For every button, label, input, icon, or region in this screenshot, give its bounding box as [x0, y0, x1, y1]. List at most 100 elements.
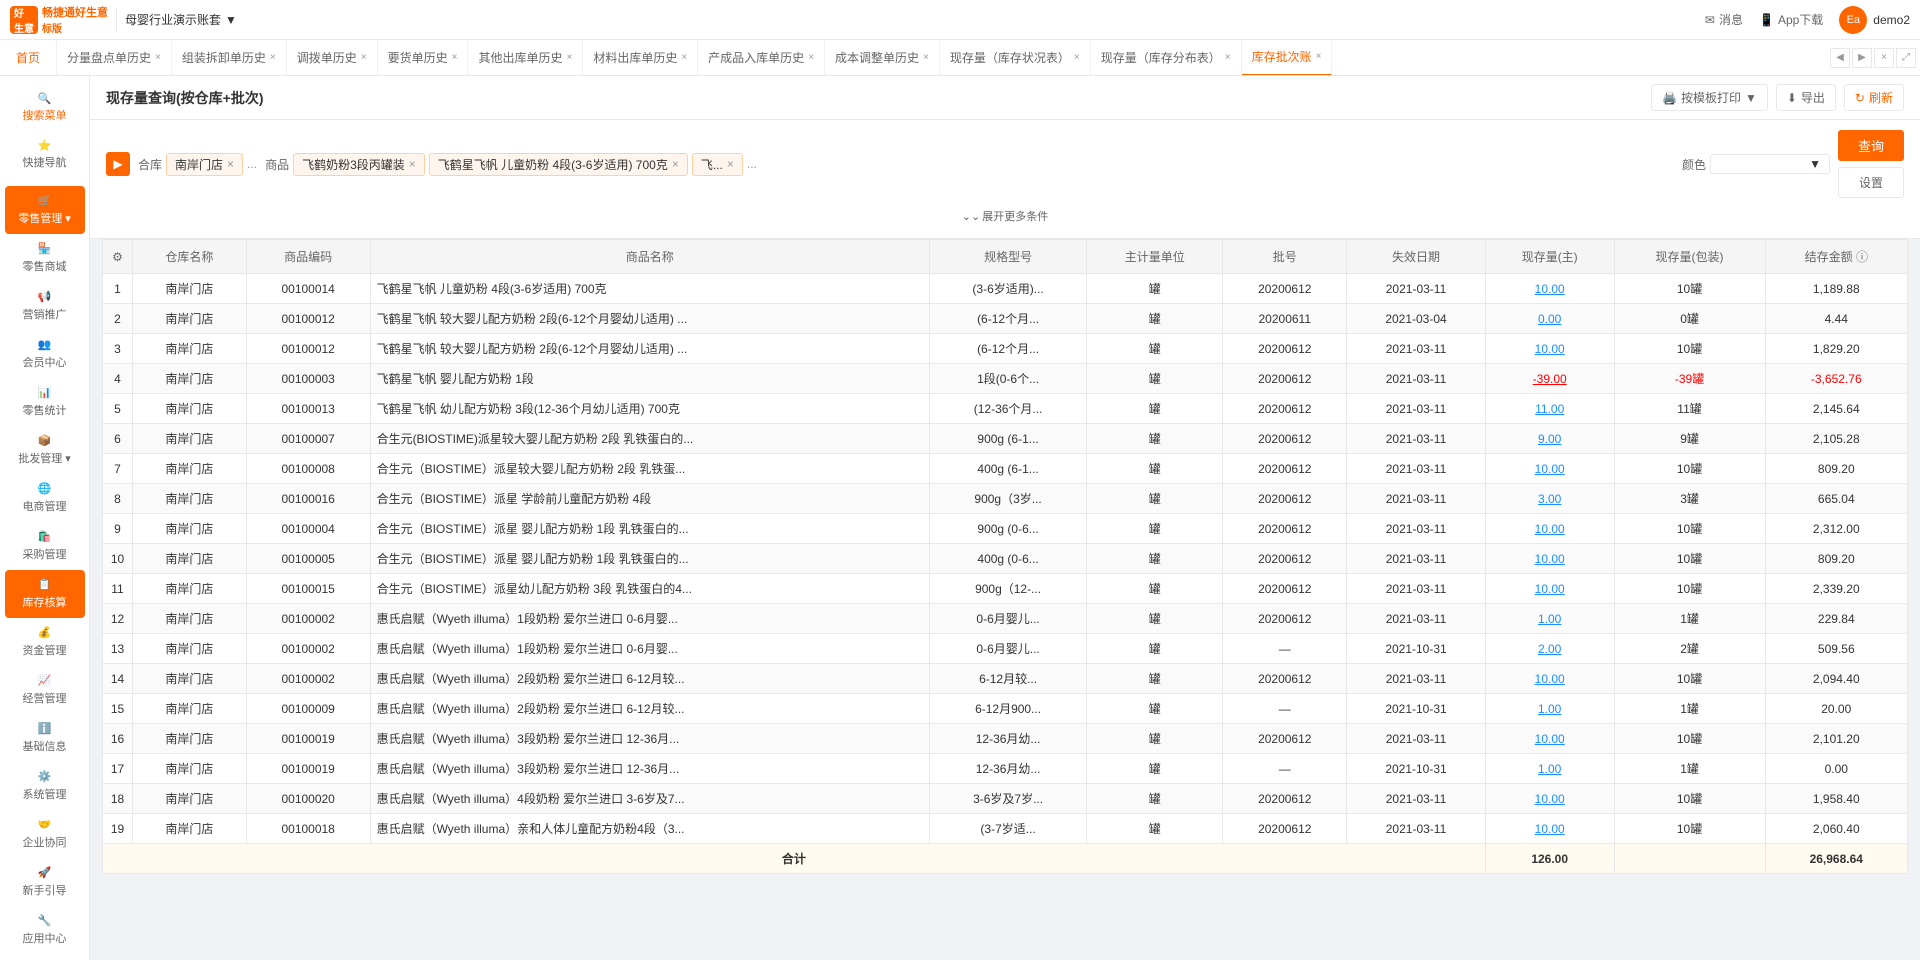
nav-tab-10[interactable]: 现存量（库存分布表） × [1091, 40, 1242, 76]
nav-tab-5[interactable]: 其他出库单历史 × [468, 40, 583, 76]
sidebar-item-ecommerce[interactable]: 🌐 电商管理 [5, 474, 85, 522]
tab-next-btn[interactable]: ▶ [1852, 48, 1872, 68]
tab-2-label: 组装拆卸单历史 [182, 49, 266, 66]
product-tag-2[interactable]: 飞鹤星飞帆 儿童奶粉 4段(3-6岁适用) 700克 × [429, 153, 688, 176]
sidebar-item-apps[interactable]: 🔧 应用中心 [5, 906, 85, 954]
sidebar-item-enterprise[interactable]: 🤝 企业协同 [5, 810, 85, 858]
nav-tab-3[interactable]: 调拨单历史 × [287, 40, 378, 76]
col-settings[interactable]: ⚙ [103, 240, 133, 274]
tab-6-close[interactable]: × [681, 52, 687, 63]
row-batch: 20200612 [1223, 784, 1347, 814]
nav-tab-7[interactable]: 产成品入库单历史 × [698, 40, 825, 76]
tab-8-close[interactable]: × [923, 52, 929, 63]
tab-4-close[interactable]: × [452, 52, 458, 63]
sidebar-search[interactable]: 🔍 搜索菜单 [5, 84, 85, 131]
nav-tab-home[interactable]: 首页 [0, 40, 57, 76]
row-code: 00100018 [246, 814, 370, 844]
row-amount: 2,339.20 [1765, 574, 1907, 604]
sidebar-item-finance[interactable]: 💰 资金管理 [5, 618, 85, 666]
row-qty-main[interactable]: 9.00 [1485, 424, 1614, 454]
filter-expand-btn[interactable]: ▶ [106, 152, 130, 176]
sidebar-item-marketing[interactable]: 📢 营销推广 [5, 282, 85, 330]
maximize-btn[interactable]: ⤢ [1896, 48, 1916, 68]
warehouse-tag-close[interactable]: × [227, 157, 234, 171]
row-qty-main[interactable]: 3.00 [1485, 484, 1614, 514]
refresh-btn[interactable]: ↻ 刷新 [1844, 84, 1904, 111]
message-btn[interactable]: ✉ 消息 [1705, 11, 1743, 28]
row-qty-main[interactable]: 2.00 [1485, 634, 1614, 664]
tab-9-close[interactable]: × [1074, 52, 1080, 63]
tab-10-close[interactable]: × [1225, 52, 1231, 63]
row-qty-main[interactable]: 10.00 [1485, 784, 1614, 814]
nav-tab-1[interactable]: 分量盘点单历史 × [57, 40, 172, 76]
color-dropdown[interactable]: ▼ [1710, 154, 1830, 174]
nav-tab-9[interactable]: 现存量（库存状况表） × [940, 40, 1091, 76]
sidebar-item-guide[interactable]: 🚀 新手引导 [5, 858, 85, 906]
sidebar-item-wholesale[interactable]: 📦 批发管理 ▾ [5, 426, 85, 474]
row-qty-main[interactable]: 10.00 [1485, 544, 1614, 574]
row-qty-main[interactable]: 11.00 [1485, 394, 1614, 424]
sidebar-item-membership[interactable]: 👥 会员中心 [5, 330, 85, 378]
expand-more-label: 展开更多条件 [982, 208, 1048, 224]
table-row: 2 南岸门店 00100012 飞鹤星飞帆 较大婴儿配方奶粉 2段(6-12个月… [103, 304, 1908, 334]
sidebar-item-basic-info[interactable]: ℹ️ 基础信息 [5, 714, 85, 762]
nav-tab-2[interactable]: 组装拆卸单历史 × [172, 40, 287, 76]
query-btn[interactable]: 查询 [1838, 130, 1904, 161]
row-qty-main[interactable]: 1.00 [1485, 694, 1614, 724]
sidebar-item-operations[interactable]: 📈 经营管理 [5, 666, 85, 714]
row-qty-main[interactable]: 10.00 [1485, 514, 1614, 544]
tab-1-close[interactable]: × [155, 52, 161, 63]
user-area[interactable]: Ea demo2 [1839, 6, 1910, 34]
industry-label: 母婴行业演示账套 [125, 11, 221, 28]
tab-prev-btn[interactable]: ◀ [1830, 48, 1850, 68]
row-qty-main[interactable]: 10.00 [1485, 454, 1614, 484]
sidebar-item-wechat[interactable]: 💬 企业微信 [5, 954, 85, 960]
sidebar-item-retail-stats[interactable]: 📊 零售统计 [5, 378, 85, 426]
row-no: 6 [103, 424, 133, 454]
row-qty-main[interactable]: 10.00 [1485, 574, 1614, 604]
product-tag-2-close[interactable]: × [672, 157, 679, 171]
product-tag-3[interactable]: 飞... × [692, 153, 743, 176]
row-qty-main[interactable]: -39.00 [1485, 364, 1614, 394]
row-qty-main[interactable]: 10.00 [1485, 274, 1614, 304]
nav-tab-6[interactable]: 材料出库单历史 × [583, 40, 698, 76]
apps-label: 应用中心 [23, 930, 67, 946]
row-qty-main[interactable]: 1.00 [1485, 604, 1614, 634]
nav-tab-4[interactable]: 要货单历史 × [378, 40, 469, 76]
close-all-tabs-btn[interactable]: × [1874, 48, 1894, 68]
product-tag-3-close[interactable]: × [727, 157, 734, 171]
tab-11-close[interactable]: × [1316, 51, 1322, 62]
row-qty-main[interactable]: 10.00 [1485, 664, 1614, 694]
row-qty-main[interactable]: 10.00 [1485, 334, 1614, 364]
settings-btn[interactable]: 设置 [1838, 167, 1904, 198]
tab-7-close[interactable]: × [808, 52, 814, 63]
print-btn[interactable]: 🖨️ 按模板打印 ▼ [1651, 84, 1768, 111]
expand-more-btn[interactable]: ⌄⌄ 展开更多条件 [106, 204, 1904, 228]
nav-tab-8[interactable]: 成本调整单历史 × [825, 40, 940, 76]
app-download-btn[interactable]: 📱 App下载 [1759, 11, 1823, 28]
row-batch: 20200612 [1223, 814, 1347, 844]
sidebar-item-inventory[interactable]: 📋 库存核算 [5, 570, 85, 618]
row-warehouse: 南岸门店 [133, 274, 247, 304]
sidebar-quick[interactable]: ⭐ 快捷导航 [5, 131, 85, 178]
row-qty-main[interactable]: 10.00 [1485, 814, 1614, 844]
product-tag-1[interactable]: 飞鹤奶粉3段丙罐装 × [293, 153, 425, 176]
sidebar-item-purchase[interactable]: 🛍️ 采购管理 [5, 522, 85, 570]
sidebar-item-system[interactable]: ⚙️ 系统管理 [5, 762, 85, 810]
tab-5-close[interactable]: × [566, 52, 572, 63]
nav-tab-11[interactable]: 库存批次账 × [1242, 40, 1333, 76]
row-qty-main[interactable]: 1.00 [1485, 754, 1614, 784]
tab-3-close[interactable]: × [361, 52, 367, 63]
product-tag-1-close[interactable]: × [409, 157, 416, 171]
product-more[interactable]: ... [747, 157, 757, 171]
warehouse-tag[interactable]: 南岸门店 × [166, 153, 243, 176]
row-qty-main[interactable]: 0.00 [1485, 304, 1614, 334]
col-qty-main: 现存量(主) [1485, 240, 1614, 274]
export-btn[interactable]: ⬇ 导出 [1776, 84, 1836, 111]
industry-selector[interactable]: 母婴行业演示账套 ▼ [125, 11, 237, 28]
row-qty-main[interactable]: 10.00 [1485, 724, 1614, 754]
tab-2-close[interactable]: × [270, 52, 276, 63]
warehouse-more[interactable]: ... [247, 157, 257, 171]
sidebar-item-retail-mgmt[interactable]: 🛒 零售管理 ▾ [5, 186, 85, 234]
sidebar-item-retail-mall[interactable]: 🏪 零售商城 [5, 234, 85, 282]
